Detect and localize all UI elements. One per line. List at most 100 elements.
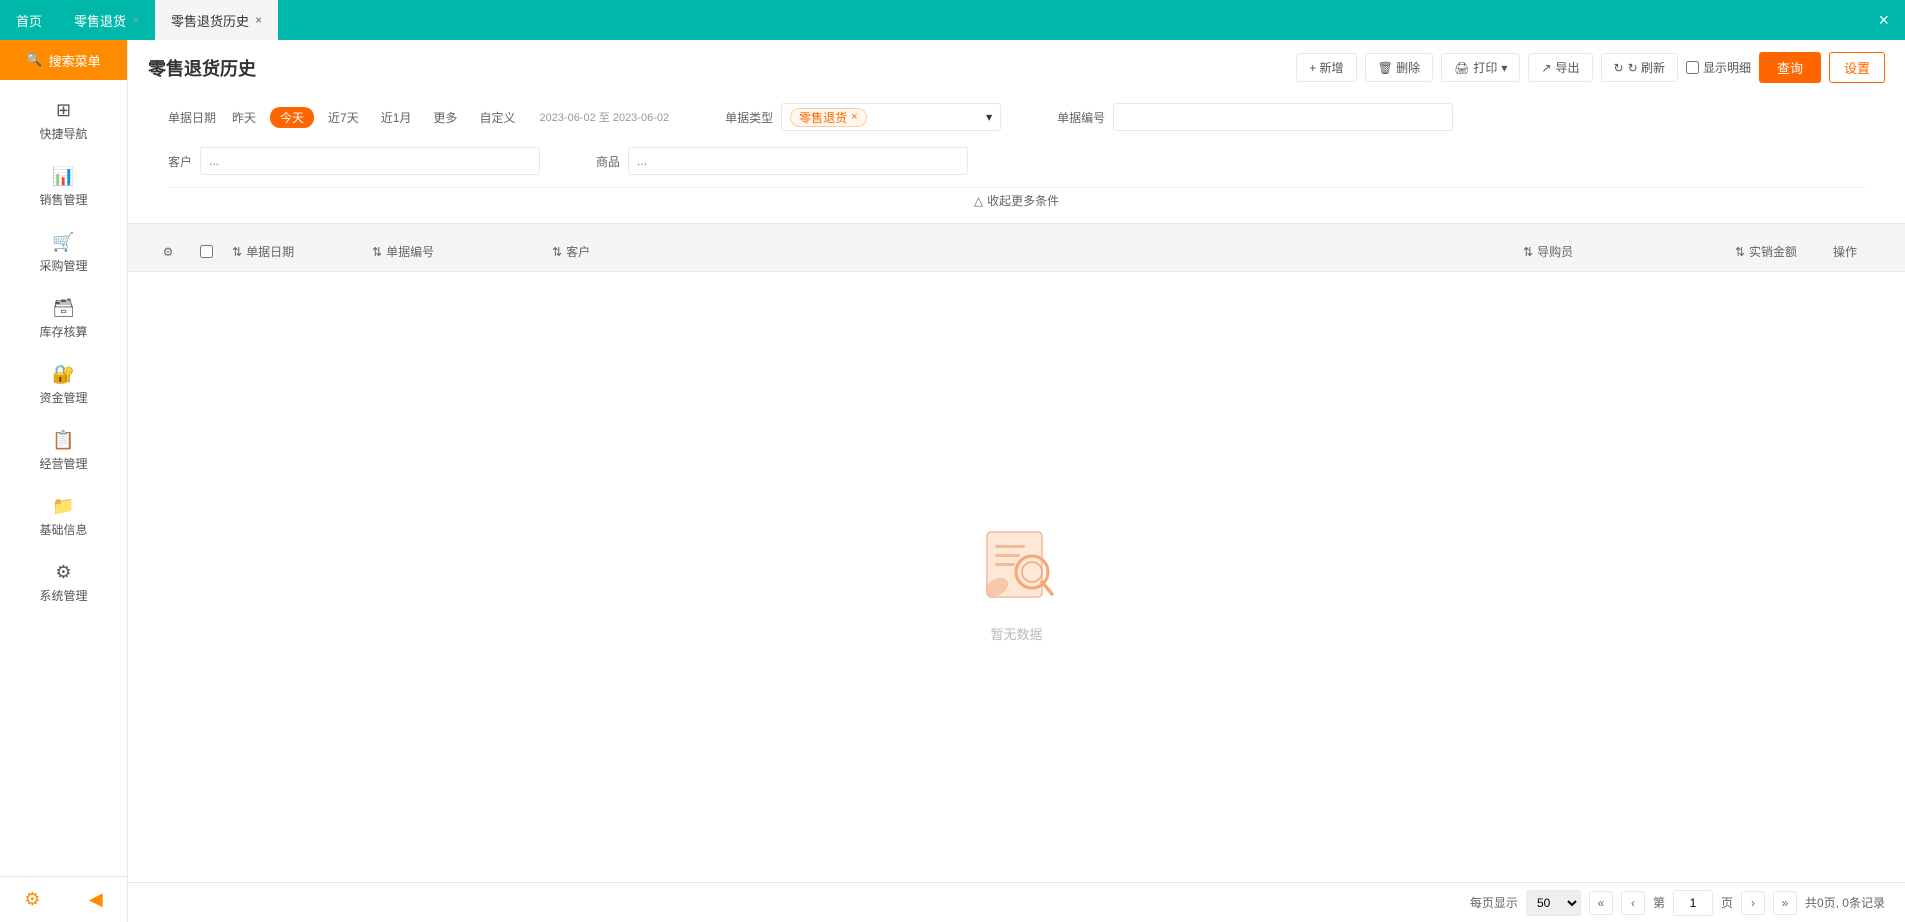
date-btn-1month[interactable]: 近1月 bbox=[373, 107, 420, 128]
date-btn-yesterday[interactable]: 昨天 bbox=[224, 107, 264, 128]
bill-type-select[interactable]: 零售退货 × ▾ bbox=[781, 103, 1001, 131]
query-button[interactable]: 查询 bbox=[1759, 52, 1821, 83]
filter-area: 单据日期 昨天 今天 近7天 近1月 更多 自定义 2023-06-02 至 2… bbox=[148, 95, 1885, 223]
sidebar-item-basic-info[interactable]: 📁 基础信息 bbox=[0, 484, 127, 550]
export-button[interactable]: ↗ 导出 bbox=[1528, 53, 1592, 82]
show-detail-checkbox[interactable] bbox=[1686, 61, 1699, 74]
date-btn-today[interactable]: 今天 bbox=[270, 107, 314, 128]
date-btn-more[interactable]: 更多 bbox=[425, 107, 465, 128]
setting-button[interactable]: 设置 bbox=[1829, 52, 1885, 83]
tab-home-label: 首页 bbox=[16, 11, 42, 30]
sidebar-collapse-icon[interactable]: ◀ bbox=[89, 889, 103, 910]
next-page-button[interactable]: › bbox=[1741, 891, 1765, 915]
tab-retail-return-history[interactable]: 零售退货历史 × bbox=[155, 0, 278, 40]
show-detail-checkbox-label[interactable]: 显示明细 bbox=[1686, 59, 1751, 76]
bill-type-tag-close[interactable]: × bbox=[851, 111, 857, 123]
bill-type-dropdown-icon: ▾ bbox=[986, 110, 992, 124]
system-mgmt-icon: ⚙ bbox=[55, 562, 71, 583]
tab-retail-return-label: 零售退货 bbox=[74, 11, 126, 30]
th-customer[interactable]: ⇅ 客户 bbox=[544, 243, 1515, 260]
sidebar-nav: ⊞ 快捷导航 📊 销售管理 🛒 采购管理 🗃 库存核算 🔐 资金管理 📋 bbox=[0, 80, 127, 876]
sidebar-item-sales-mgmt[interactable]: 📊 销售管理 bbox=[0, 154, 127, 220]
page-title-row: 零售退货历史 + 新增 🗑 删除 🖨 打印 ▾ ↗ 导出 ↻ bbox=[148, 52, 1885, 83]
sidebar-item-inventory-label: 库存核算 bbox=[39, 323, 87, 340]
goods-filter: 商品 bbox=[596, 147, 968, 175]
page-label-prefix: 第 bbox=[1653, 894, 1665, 911]
customer-label: 客户 bbox=[168, 153, 192, 170]
tab-retail-return-history-close[interactable]: × bbox=[255, 13, 262, 27]
sidebar-search-label: 搜索菜单 bbox=[49, 51, 101, 70]
empty-illustration bbox=[967, 512, 1067, 612]
th-bill-date-label: ⇅ bbox=[232, 245, 242, 259]
bill-type-filter: 单据类型 零售退货 × ▾ bbox=[725, 103, 1001, 131]
refresh-button[interactable]: ↻ ↻ 刷新 bbox=[1601, 53, 1678, 82]
table-wrapper: ⚙ ⇅ 单据日期 ⇅ 单据编号 ⇅ 客户 ⇅ bbox=[128, 232, 1905, 922]
bill-no-input[interactable] bbox=[1113, 103, 1453, 131]
main-layout: 🔍 搜索菜单 ⊞ 快捷导航 📊 销售管理 🛒 采购管理 🗃 库存核算 🔐 bbox=[0, 40, 1905, 922]
bill-date-filter: 单据日期 昨天 今天 近7天 近1月 更多 自定义 bbox=[168, 107, 523, 128]
th-guide-sort: ⇅ bbox=[1523, 245, 1533, 259]
sidebar-search-button[interactable]: 🔍 搜索菜单 bbox=[0, 40, 127, 80]
last-page-icon: » bbox=[1782, 896, 1789, 910]
prev-page-button[interactable]: ‹ bbox=[1621, 891, 1645, 915]
customer-input[interactable] bbox=[200, 147, 540, 175]
delete-button[interactable]: 🗑 删除 bbox=[1365, 53, 1434, 82]
first-page-icon: « bbox=[1598, 896, 1605, 910]
sidebar-item-basic-info-label: 基础信息 bbox=[39, 521, 87, 538]
basic-info-icon: 📁 bbox=[52, 496, 74, 517]
page-title: 零售退货历史 bbox=[148, 55, 256, 81]
th-settings[interactable]: ⚙ bbox=[148, 245, 188, 259]
goods-label: 商品 bbox=[596, 153, 620, 170]
tab-retail-return[interactable]: 零售退货 × bbox=[58, 0, 155, 40]
tab-home[interactable]: 首页 bbox=[0, 0, 58, 40]
page-label-suffix: 页 bbox=[1721, 894, 1733, 911]
date-range-display: 2023-06-02 至 2023-06-02 bbox=[539, 109, 669, 125]
inventory-icon: 🗃 bbox=[52, 298, 75, 319]
th-bill-date[interactable]: ⇅ 单据日期 bbox=[224, 243, 364, 260]
sidebar-item-finance-mgmt[interactable]: 🔐 资金管理 bbox=[0, 352, 127, 418]
settings-icon: ⚙ bbox=[163, 245, 174, 259]
export-label: 导出 bbox=[1555, 59, 1579, 76]
page-size-select[interactable]: 10 20 50 100 bbox=[1526, 890, 1581, 916]
content-area: 零售退货历史 + 新增 🗑 删除 🖨 打印 ▾ ↗ 导出 ↻ bbox=[128, 40, 1905, 922]
th-bill-no[interactable]: ⇅ 单据编号 bbox=[364, 243, 544, 260]
date-btn-custom[interactable]: 自定义 bbox=[471, 107, 523, 128]
sidebar-item-inventory[interactable]: 🗃 库存核算 bbox=[0, 286, 127, 352]
page-header: 零售退货历史 + 新增 🗑 删除 🖨 打印 ▾ ↗ 导出 ↻ bbox=[128, 40, 1905, 224]
page-number-input[interactable] bbox=[1673, 890, 1713, 916]
th-guide[interactable]: ⇅ 导购员 bbox=[1515, 243, 1665, 260]
select-all-checkbox[interactable] bbox=[200, 245, 213, 258]
quick-nav-icon: ⊞ bbox=[56, 100, 71, 121]
collapse-button[interactable]: △ 收起更多条件 bbox=[974, 192, 1059, 209]
tab-retail-return-close[interactable]: × bbox=[132, 13, 139, 27]
print-button[interactable]: 🖨 打印 ▾ bbox=[1441, 53, 1520, 82]
add-button[interactable]: + 新增 bbox=[1296, 53, 1356, 82]
sidebar-item-quick-nav[interactable]: ⊞ 快捷导航 bbox=[0, 88, 127, 154]
th-amount[interactable]: ⇅ 实销金额 bbox=[1665, 243, 1805, 260]
next-page-icon: › bbox=[1751, 896, 1755, 910]
th-ops: 操作 bbox=[1805, 243, 1885, 260]
sidebar-settings-icon[interactable]: ⚙ bbox=[24, 889, 40, 910]
th-customer-sort: ⇅ bbox=[552, 245, 562, 259]
goods-input[interactable] bbox=[628, 147, 968, 175]
print-icon: 🖨 bbox=[1454, 61, 1469, 75]
window-close-button[interactable]: × bbox=[1878, 10, 1889, 31]
sidebar-item-system-mgmt[interactable]: ⚙ 系统管理 bbox=[0, 550, 127, 616]
sidebar-bottom: ⚙ ◀ bbox=[0, 876, 127, 922]
export-icon: ↗ bbox=[1541, 61, 1551, 75]
sidebar-item-purchase-mgmt[interactable]: 🛒 采购管理 bbox=[0, 220, 127, 286]
sidebar-item-operation-mgmt[interactable]: 📋 经营管理 bbox=[0, 418, 127, 484]
page-total: 共0页, 0条记录 bbox=[1805, 894, 1885, 911]
date-btn-7days[interactable]: 近7天 bbox=[320, 107, 367, 128]
th-bill-no-text: 单据编号 bbox=[386, 243, 434, 260]
th-checkbox[interactable] bbox=[188, 245, 224, 258]
prev-page-icon: ‹ bbox=[1631, 896, 1635, 910]
last-page-button[interactable]: » bbox=[1773, 891, 1797, 915]
tab-retail-return-history-label: 零售退货历史 bbox=[171, 11, 249, 30]
first-page-button[interactable]: « bbox=[1589, 891, 1613, 915]
finance-mgmt-icon: 🔐 bbox=[52, 364, 74, 385]
bill-type-tag-value: 零售退货 bbox=[799, 109, 847, 126]
show-detail-label: 显示明细 bbox=[1703, 59, 1751, 76]
bill-type-label: 单据类型 bbox=[725, 109, 773, 126]
operation-mgmt-icon: 📋 bbox=[52, 430, 74, 451]
